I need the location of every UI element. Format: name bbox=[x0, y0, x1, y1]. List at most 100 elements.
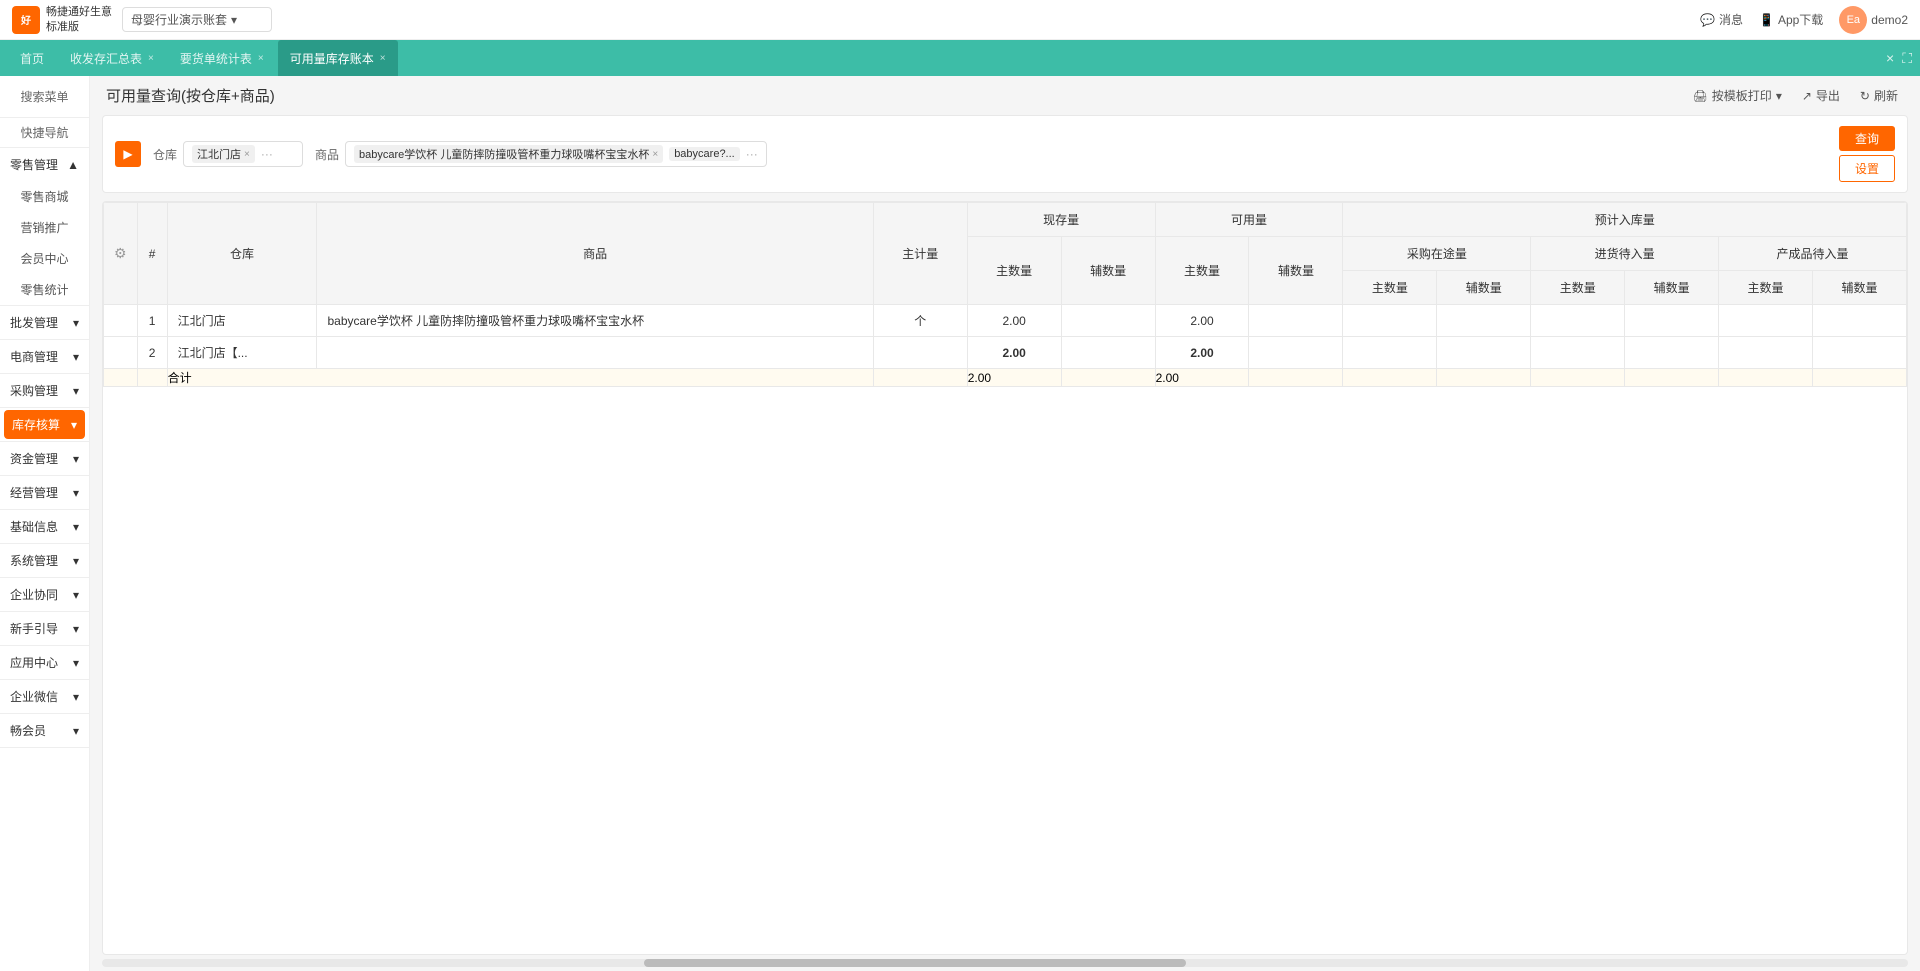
row2-stock-main: 2.00 bbox=[967, 337, 1061, 369]
product-tag1-close[interactable]: × bbox=[652, 149, 658, 160]
row2-seq: 2 bbox=[137, 337, 167, 369]
tab-close-available[interactable]: × bbox=[380, 53, 386, 64]
row1-inc-main bbox=[1531, 305, 1625, 337]
sidebar-group-system: 系统管理 ▾ bbox=[0, 544, 89, 578]
refresh-btn[interactable]: ↻ 刷新 bbox=[1854, 84, 1904, 107]
sidebar-group-finance: 资金管理 ▾ bbox=[0, 442, 89, 476]
th-stock-group: 现存量 bbox=[967, 203, 1155, 237]
sidebar-group-wechat-header[interactable]: 企业微信 ▾ bbox=[0, 680, 89, 713]
chevron-icon-13: ▾ bbox=[73, 690, 79, 704]
close-window-btn[interactable]: × bbox=[1886, 50, 1894, 66]
th-available-sub: 辅数量 bbox=[1249, 237, 1343, 305]
tab-close-order-stats[interactable]: × bbox=[258, 53, 264, 64]
summary-row: 合计 2.00 2.00 bbox=[104, 369, 1907, 387]
quick-nav-btn[interactable]: 快捷导航 bbox=[0, 118, 89, 148]
tab-home[interactable]: 首页 bbox=[8, 40, 56, 76]
summary-unit bbox=[873, 369, 967, 387]
row1-gear bbox=[104, 305, 138, 337]
product-label: 商品 bbox=[315, 146, 339, 163]
header-right: 💬 消息 📱 App下载 Ea demo2 bbox=[1700, 6, 1908, 34]
sidebar-group-newbie-header[interactable]: 新手引导 ▾ bbox=[0, 612, 89, 645]
sidebar-group-finance-header[interactable]: 资金管理 ▾ bbox=[0, 442, 89, 475]
chevron-icon-10: ▾ bbox=[73, 588, 79, 602]
warehouse-filter: 仓库 江北门店 × ··· bbox=[153, 141, 303, 167]
setting-button[interactable]: 设置 bbox=[1839, 155, 1895, 182]
summary-stock-main: 2.00 bbox=[967, 369, 1061, 387]
row2-unit bbox=[873, 337, 967, 369]
logo-icon: 好 bbox=[12, 6, 40, 34]
warehouse-input[interactable]: 江北门店 × ··· bbox=[183, 141, 303, 167]
sidebar-group-purchase-header[interactable]: 采购管理 ▾ bbox=[0, 374, 89, 407]
tab-close-receipts[interactable]: × bbox=[148, 53, 154, 64]
sidebar-group-collab-header[interactable]: 企业协同 ▾ bbox=[0, 578, 89, 611]
sidebar-group-wholesale-header[interactable]: 批发管理 ▾ bbox=[0, 306, 89, 339]
row2-inc-sub bbox=[1625, 337, 1719, 369]
search-menu-btn[interactable]: 搜索菜单 bbox=[8, 84, 81, 109]
th-stock-main: 主数量 bbox=[967, 237, 1061, 305]
sidebar-item-marketing[interactable]: 营销推广 bbox=[0, 212, 89, 243]
sidebar-group-basic-header[interactable]: 基础信息 ▾ bbox=[0, 510, 89, 543]
print-dropdown-icon: ▾ bbox=[1776, 89, 1782, 103]
row1-stock-sub bbox=[1061, 305, 1155, 337]
expand-btn[interactable]: ⛶ bbox=[1902, 50, 1912, 67]
sidebar-group-ecom-header[interactable]: 电商管理 ▾ bbox=[0, 340, 89, 373]
row2-prod-sub bbox=[1813, 337, 1907, 369]
chevron-icon-14: ▾ bbox=[73, 724, 79, 738]
tab-available-stock[interactable]: 可用量库存账本 × bbox=[278, 40, 398, 76]
row2-gear bbox=[104, 337, 138, 369]
th-stock-sub: 辅数量 bbox=[1061, 237, 1155, 305]
export-btn[interactable]: ↗ 导出 bbox=[1796, 84, 1846, 107]
scrollbar-track[interactable] bbox=[102, 959, 1908, 967]
print-btn[interactable]: 🖨 按模板打印 ▾ bbox=[1687, 84, 1788, 107]
scrollbar-thumb[interactable] bbox=[644, 959, 1186, 967]
th-incoming-sub: 辅数量 bbox=[1625, 271, 1719, 305]
industry-selector[interactable]: 母婴行业演示账套 ▾ bbox=[122, 7, 272, 32]
sidebar-group-apps: 应用中心 ▾ bbox=[0, 646, 89, 680]
sidebar-group-operation-header[interactable]: 经营管理 ▾ bbox=[0, 476, 89, 509]
summary-label: 合计 bbox=[167, 369, 873, 387]
th-available-group: 可用量 bbox=[1155, 203, 1343, 237]
summary-avail-main: 2.00 bbox=[1155, 369, 1249, 387]
sidebar-group-wholesale: 批发管理 ▾ bbox=[0, 306, 89, 340]
sidebar-group-retail-header[interactable]: 零售管理 ▲ bbox=[0, 148, 89, 181]
sidebar-group-inventory-header[interactable]: 库存核算 ▾ bbox=[4, 410, 85, 439]
row1-stock-main: 2.00 bbox=[967, 305, 1061, 337]
export-icon: ↗ bbox=[1802, 89, 1812, 103]
user-menu[interactable]: Ea demo2 bbox=[1839, 6, 1908, 34]
message-btn[interactable]: 💬 消息 bbox=[1700, 11, 1743, 28]
row1-pur-sub bbox=[1437, 305, 1531, 337]
filter-toggle-btn[interactable]: ▶ bbox=[115, 141, 141, 167]
summary-pur-main bbox=[1343, 369, 1437, 387]
warehouse-more[interactable]: ··· bbox=[261, 147, 273, 161]
warehouse-label: 仓库 bbox=[153, 146, 177, 163]
query-button[interactable]: 查询 bbox=[1839, 126, 1895, 151]
sidebar-group-system-header[interactable]: 系统管理 ▾ bbox=[0, 544, 89, 577]
row1-pur-main bbox=[1343, 305, 1437, 337]
sidebar-item-retail-mall[interactable]: 零售商城 bbox=[0, 181, 89, 212]
row1-prod-sub bbox=[1813, 305, 1907, 337]
sidebar-group-collab: 企业协同 ▾ bbox=[0, 578, 89, 612]
summary-inc-sub bbox=[1625, 369, 1719, 387]
logo-text: 畅捷通好生意 标准版 bbox=[46, 5, 112, 34]
sidebar-item-retail-stats[interactable]: 零售统计 bbox=[0, 274, 89, 305]
tab-order-stats[interactable]: 要货单统计表 × bbox=[168, 40, 276, 76]
summary-gear bbox=[104, 369, 138, 387]
chevron-icon-2: ▾ bbox=[73, 316, 79, 330]
tab-receipts[interactable]: 收发存汇总表 × bbox=[58, 40, 166, 76]
summary-pur-sub bbox=[1437, 369, 1531, 387]
th-seq: # bbox=[137, 203, 167, 305]
sidebar-group-ecom: 电商管理 ▾ bbox=[0, 340, 89, 374]
app-download-btn[interactable]: 📱 App下载 bbox=[1759, 11, 1823, 28]
warehouse-tag-close[interactable]: × bbox=[244, 149, 250, 160]
th-gear[interactable]: ⚙ bbox=[104, 203, 138, 305]
row1-inc-sub bbox=[1625, 305, 1719, 337]
row2-inc-main bbox=[1531, 337, 1625, 369]
main-layout: 搜索菜单 快捷导航 零售管理 ▲ 零售商城 营销推广 会员中心 零售统计 批发管… bbox=[0, 76, 1920, 971]
sidebar-item-members[interactable]: 会员中心 bbox=[0, 243, 89, 274]
sidebar-group-apps-header[interactable]: 应用中心 ▾ bbox=[0, 646, 89, 679]
th-production-sub: 辅数量 bbox=[1813, 271, 1907, 305]
sidebar-group-member-header[interactable]: 畅会员 ▾ bbox=[0, 714, 89, 747]
product-more[interactable]: ··· bbox=[746, 147, 758, 161]
product-input[interactable]: babycare学饮杯 儿童防摔防撞吸管杯重力球吸嘴杯宝宝水杯 × babyca… bbox=[345, 141, 767, 167]
summary-seq bbox=[137, 369, 167, 387]
